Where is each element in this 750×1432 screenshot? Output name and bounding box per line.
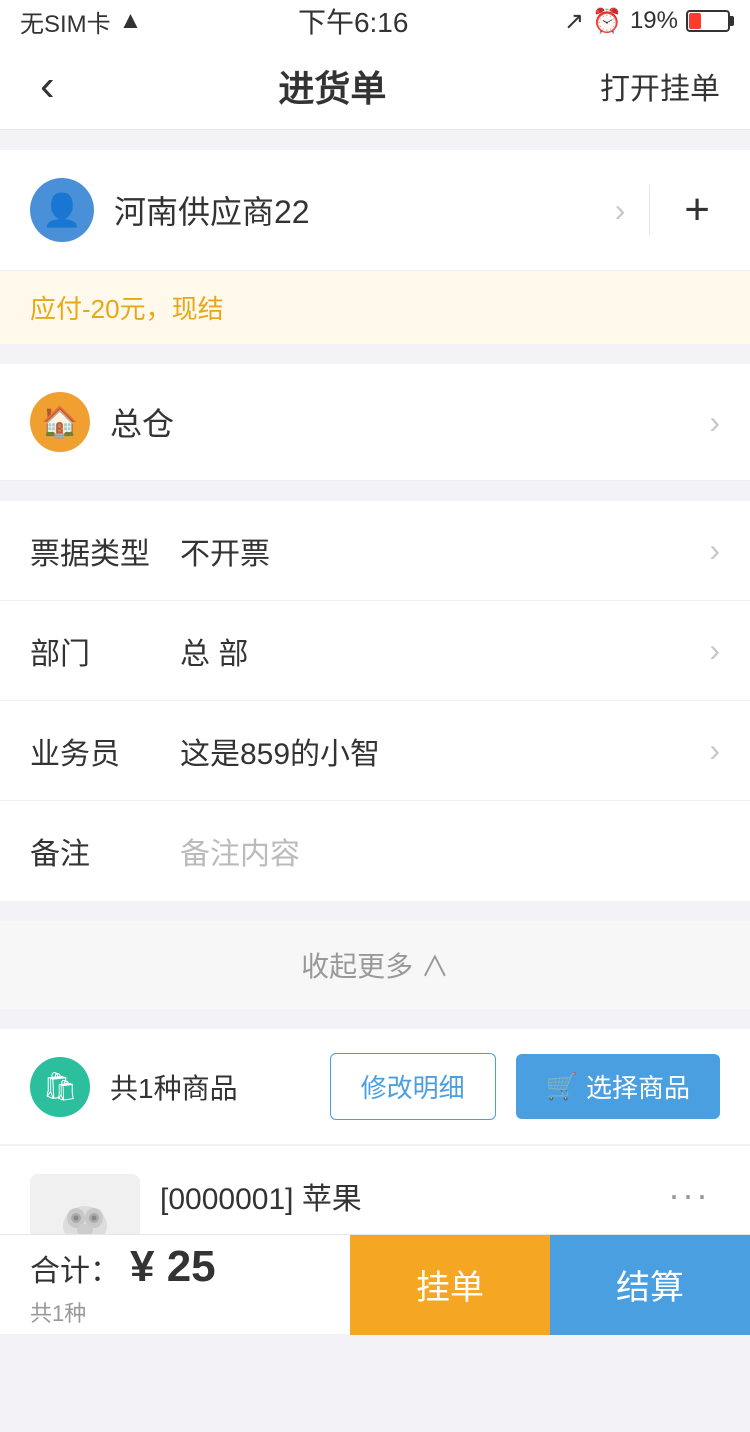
remark-label: 备注: [30, 829, 160, 873]
warehouse-name: 总仓: [110, 399, 699, 445]
department-chevron-icon: ›: [709, 632, 720, 669]
footer-bar: 合计： ¥ 25 共1种 挂单 结算: [0, 1234, 750, 1334]
page-title: 进货单: [278, 60, 386, 112]
carrier-text: 无SIM卡: [20, 4, 111, 39]
department-label: 部门: [30, 629, 160, 673]
divider: [649, 185, 650, 235]
remark-row[interactable]: 备注 备注内容: [0, 801, 750, 901]
footer-total-main: 合计： ¥ 25: [30, 1242, 320, 1292]
salesman-chevron-icon: ›: [709, 732, 720, 769]
product-name: [0000001] 苹果: [160, 1174, 638, 1218]
supplier-row[interactable]: 👤 河南供应商22 › +: [0, 150, 750, 271]
salesman-label: 业务员: [30, 729, 160, 773]
warehouse-chevron-icon: ›: [709, 404, 720, 441]
select-product-label: 选择商品: [586, 1068, 690, 1105]
product-code: [0000001]: [160, 1183, 293, 1216]
products-icon: 🛍: [30, 1057, 90, 1117]
products-header: 🛍 共1种商品 修改明细 🛒 选择商品: [0, 1029, 750, 1144]
select-product-icon: 🛒: [546, 1071, 578, 1102]
product-title: 苹果: [302, 1183, 362, 1216]
open-hang-button[interactable]: 打开挂单: [600, 64, 720, 108]
footer-sub: 共1种: [30, 1296, 320, 1328]
battery-icon: [686, 10, 730, 32]
alarm-icon: ⏰: [592, 7, 622, 36]
checkout-button[interactable]: 结算: [550, 1235, 750, 1335]
back-button[interactable]: ‹: [30, 54, 65, 118]
supplier-chevron-icon: ›: [615, 192, 626, 229]
wifi-signal-icon: ▲: [119, 7, 143, 35]
product-more-button[interactable]: ···: [658, 1174, 720, 1216]
warehouse-section[interactable]: 🏠 总仓 ›: [0, 364, 750, 481]
location-icon: ↗: [564, 7, 584, 36]
hang-button[interactable]: 挂单: [350, 1235, 550, 1335]
invoice-type-label: 票据类型: [30, 529, 160, 573]
total-amount: ¥ 25: [130, 1242, 216, 1292]
nav-bar: ‹ 进货单 打开挂单: [0, 42, 750, 130]
status-left: 无SIM卡 ▲: [20, 4, 142, 39]
supplier-section: 👤 河南供应商22 › + 应付-20元，现结: [0, 150, 750, 344]
salesman-row[interactable]: 业务员 这是859的小智 ›: [0, 701, 750, 801]
battery-percentage: 19%: [630, 7, 678, 35]
footer-total: 合计： ¥ 25 共1种: [0, 1242, 350, 1328]
status-right: ↗ ⏰ 19%: [564, 7, 730, 36]
invoice-type-chevron-icon: ›: [709, 532, 720, 569]
remark-input[interactable]: 备注内容: [160, 829, 720, 873]
department-value: 总 部: [160, 629, 699, 673]
department-row[interactable]: 部门 总 部 ›: [0, 601, 750, 701]
select-product-button[interactable]: 🛒 选择商品: [516, 1054, 720, 1119]
supplier-notice: 应付-20元，现结: [0, 271, 750, 344]
warehouse-icon: 🏠: [30, 392, 90, 452]
status-time: 下午6:16: [298, 1, 409, 41]
avatar-icon: 👤: [42, 191, 82, 229]
invoice-type-value: 不开票: [160, 529, 699, 573]
add-supplier-button[interactable]: +: [674, 185, 720, 235]
total-label: 合计：: [30, 1246, 120, 1290]
salesman-value: 这是859的小智: [160, 729, 699, 773]
products-count: 共1种商品: [110, 1067, 310, 1107]
supplier-avatar: 👤: [30, 178, 94, 242]
collapse-bar[interactable]: 收起更多 ∧: [0, 921, 750, 1009]
form-section: 票据类型 不开票 › 部门 总 部 › 业务员 这是859的小智 › 备注 备注…: [0, 501, 750, 901]
edit-detail-button[interactable]: 修改明细: [330, 1053, 496, 1120]
invoice-type-row[interactable]: 票据类型 不开票 ›: [0, 501, 750, 601]
supplier-name: 河南供应商22: [114, 187, 605, 233]
status-bar: 无SIM卡 ▲ 下午6:16 ↗ ⏰ 19%: [0, 0, 750, 42]
